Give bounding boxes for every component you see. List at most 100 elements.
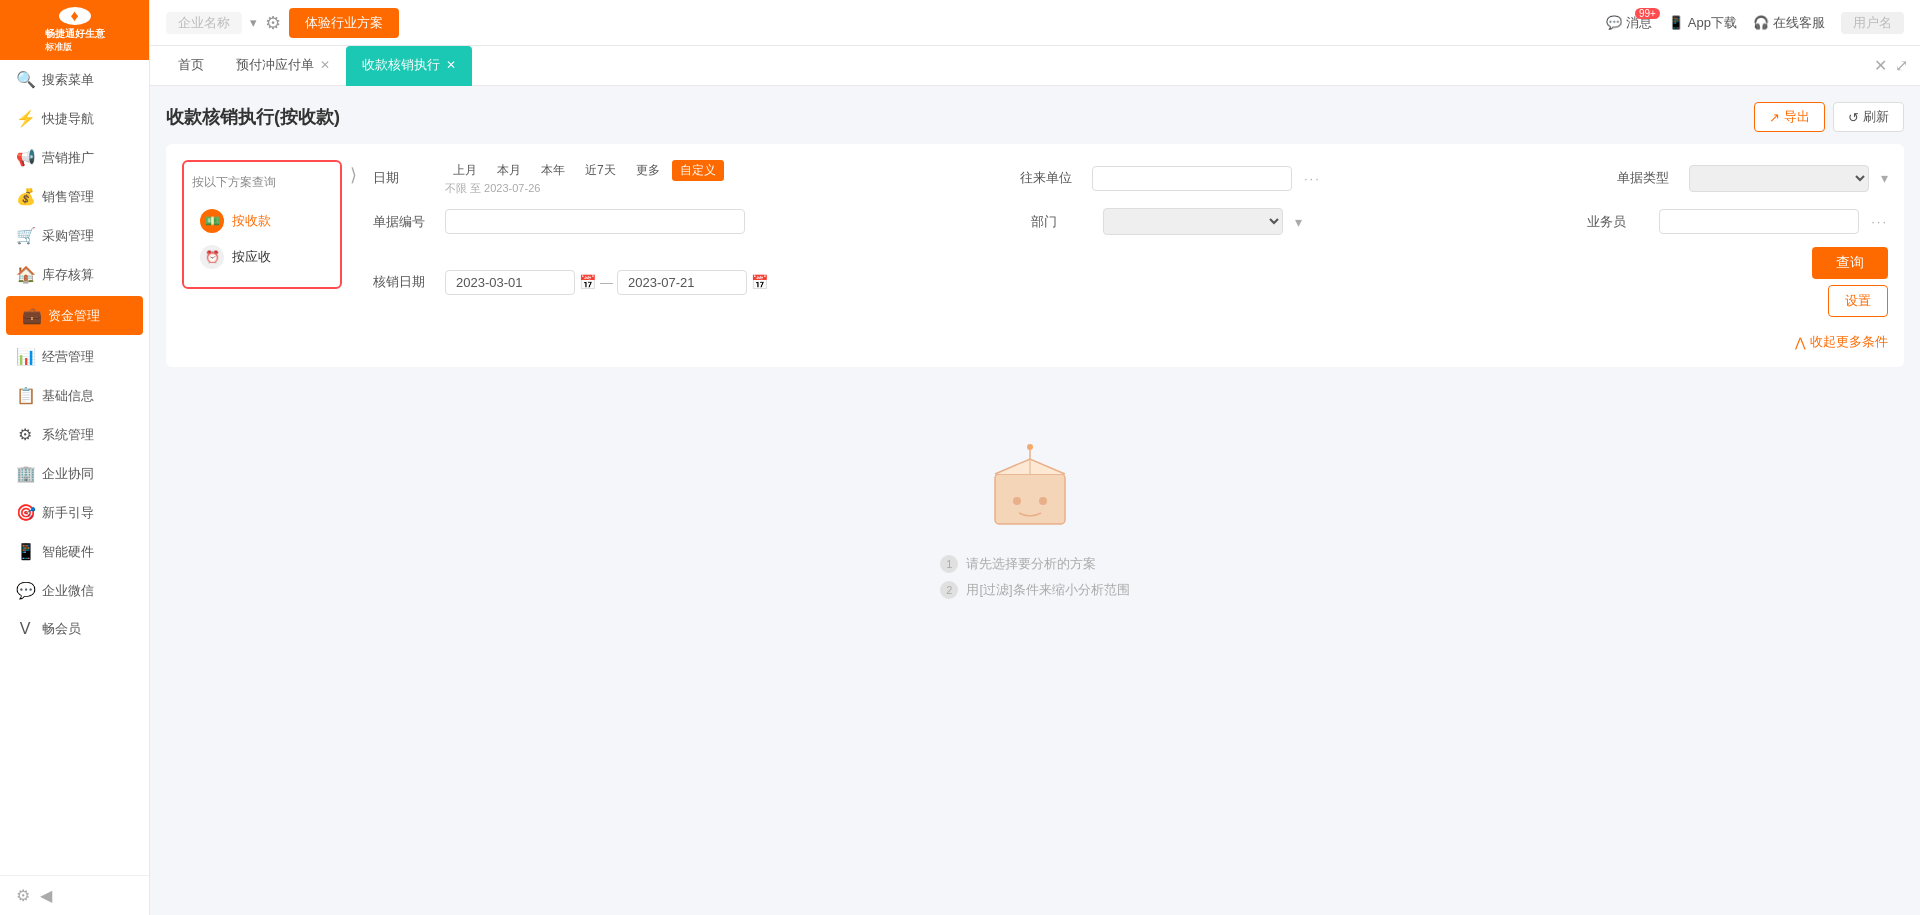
- doc-type-select[interactable]: [1689, 165, 1869, 192]
- filter-settings-button[interactable]: 设置: [1828, 285, 1888, 317]
- filter-panel: 按以下方案查询 💵 按收款 ⏰ 按应收 ⟩ 日期: [166, 144, 1904, 367]
- filter-option-by-receipt[interactable]: 💵 按收款: [192, 203, 332, 239]
- sidebar-item-enterprise-collab[interactable]: 🏢 企业协同: [0, 454, 149, 493]
- enterprise-wechat-label: 企业微信: [42, 582, 94, 600]
- company-dropdown-icon[interactable]: ▾: [250, 15, 257, 30]
- salesperson-input[interactable]: [1659, 209, 1859, 234]
- offset-date-end[interactable]: [617, 270, 747, 295]
- sys-mgmt-icon: ⚙: [16, 425, 34, 444]
- date-custom-tag[interactable]: 自定义: [672, 160, 724, 181]
- sidebar-nav: 🔍搜索菜单⚡快捷导航📢营销推广💰销售管理🛒采购管理🏠库存核算💼资金管理 📊 经营管理…: [0, 60, 149, 875]
- sys-mgmt-label: 系统管理: [42, 426, 94, 444]
- app-download-item[interactable]: 📱 App下载: [1668, 14, 1737, 32]
- dept-label: 部门: [1031, 213, 1091, 231]
- date-quick-tabs: 上月 本月 本年 近7天 更多 自定义 不限 至 2023-07-26: [445, 160, 724, 196]
- counterparty-input[interactable]: [1092, 166, 1292, 191]
- offset-date-end-icon[interactable]: 📅: [751, 274, 768, 290]
- counterparty-dots[interactable]: ···: [1304, 171, 1321, 186]
- enterprise-collab-label: 企业协同: [42, 465, 94, 483]
- online-service-item[interactable]: 🎧 在线客服: [1753, 14, 1825, 32]
- header-right: 💬 消息 99+ 📱 App下载 🎧 在线客服 用户名: [1606, 12, 1904, 34]
- sidebar-settings-icon[interactable]: ⚙: [16, 886, 30, 905]
- tab-prepay-offset[interactable]: 预付冲应付单✕: [220, 46, 346, 86]
- tab-close-icon[interactable]: ✕: [1874, 56, 1887, 75]
- offset-date-start-icon[interactable]: 📅: [579, 274, 596, 290]
- tab-close-prepay-offset[interactable]: ✕: [320, 58, 330, 72]
- query-button[interactable]: 查询: [1812, 247, 1888, 279]
- date-tab-this-month[interactable]: 本月: [489, 160, 529, 181]
- filter-rows: 日期 上月 本月 本年 近7天 更多 自定义 不限 至 2023-07-26: [373, 160, 1888, 351]
- filter-collapse-btn[interactable]: ⟩: [350, 160, 357, 190]
- vip-icon: V: [16, 620, 34, 638]
- sidebar-item-sales-mgmt[interactable]: 💰销售管理: [0, 177, 149, 216]
- sidebar-item-marketing[interactable]: 📢营销推广: [0, 138, 149, 177]
- header-settings-icon[interactable]: ⚙: [265, 12, 281, 34]
- sidebar-item-search-menu[interactable]: 🔍搜索菜单: [0, 60, 149, 99]
- search-menu-icon: 🔍: [16, 70, 34, 89]
- filter-option-by-receivable[interactable]: ⏰ 按应收: [192, 239, 332, 275]
- tab-expand-icon[interactable]: ⤢: [1895, 56, 1908, 75]
- dept-select[interactable]: [1103, 208, 1283, 235]
- enterprise-collab-icon: 🏢: [16, 464, 34, 483]
- app-logo: ♦ 畅捷通好生意 标准版: [0, 0, 149, 60]
- salesperson-dots[interactable]: ···: [1871, 214, 1888, 229]
- collapse-more[interactable]: ⋀ 收起更多条件: [373, 333, 1888, 351]
- date-tab-7days[interactable]: 近7天: [577, 160, 624, 181]
- logo-icon: ♦: [59, 7, 91, 25]
- sidebar-collapse-icon[interactable]: ◀: [40, 886, 52, 905]
- filter-row-3: 核销日期 📅 — 📅 查询 设置: [373, 247, 1888, 317]
- sidebar-item-basic-info[interactable]: 📋基础信息: [0, 376, 149, 415]
- sidebar-item-sys-mgmt[interactable]: ⚙ 系统管理: [0, 415, 149, 454]
- sidebar-item-smart-hardware[interactable]: 📱智能硬件: [0, 532, 149, 571]
- sidebar-item-newbie-guide[interactable]: 🎯 新手引导: [0, 493, 149, 532]
- page-actions: ↗ 导出 ↺ 刷新: [1754, 102, 1904, 132]
- date-tab-this-year[interactable]: 本年: [533, 160, 573, 181]
- tab-bar: 首页预付冲应付单✕ 收款核销执行 ✕ ✕ ⤢: [150, 46, 1920, 86]
- empty-illustration: [975, 439, 1095, 539]
- doc-no-label: 单据编号: [373, 213, 433, 231]
- sidebar-item-vip[interactable]: V畅会员: [0, 610, 149, 648]
- marketing-icon: 📢: [16, 148, 34, 167]
- tab-receivable-offset[interactable]: 收款核销执行 ✕: [346, 46, 472, 86]
- newbie-guide-icon: 🎯: [16, 503, 34, 522]
- date-tab-more[interactable]: 更多: [628, 160, 668, 181]
- user-avatar[interactable]: 用户名: [1841, 12, 1904, 34]
- dept-dropdown-icon[interactable]: ▾: [1295, 214, 1302, 230]
- tip-2-text: 用[过滤]条件来缩小分析范围: [966, 581, 1129, 599]
- quick-nav-icon: ⚡: [16, 109, 34, 128]
- empty-tip-2: 2 用[过滤]条件来缩小分析范围: [940, 581, 1129, 599]
- filter-row-2: 单据编号 部门 ▾ 业务员 ···: [373, 208, 1888, 235]
- filter-section-title: 按以下方案查询: [192, 174, 332, 191]
- svg-point-4: [1027, 444, 1033, 450]
- ops-mgmt-label: 经营管理: [42, 348, 94, 366]
- sidebar-item-purchase-mgmt[interactable]: 🛒采购管理: [0, 216, 149, 255]
- doc-type-label: 单据类型: [1617, 169, 1677, 187]
- company-name: 企业名称: [166, 12, 242, 34]
- smart-hardware-label: 智能硬件: [42, 543, 94, 561]
- tab-label-receivable-offset: 收款核销执行: [362, 56, 440, 74]
- tab-close-receivable-offset[interactable]: ✕: [446, 58, 456, 72]
- sidebar-item-inventory[interactable]: 🏠库存核算: [0, 255, 149, 294]
- filter-row-1: 日期 上月 本月 本年 近7天 更多 自定义 不限 至 2023-07-26: [373, 160, 1888, 196]
- refresh-button[interactable]: ↺ 刷新: [1833, 102, 1904, 132]
- offset-date-start[interactable]: [445, 270, 575, 295]
- filter-fields: 日期 上月 本月 本年 近7天 更多 自定义 不限 至 2023-07-26: [373, 160, 1888, 351]
- messages-item[interactable]: 💬 消息 99+: [1606, 14, 1652, 32]
- sidebar-item-quick-nav[interactable]: ⚡快捷导航: [0, 99, 149, 138]
- sidebar-item-ops-mgmt[interactable]: 📊 经营管理: [0, 337, 149, 376]
- export-button[interactable]: ↗ 导出: [1754, 102, 1825, 132]
- app-name: 畅捷通好生意 标准版: [45, 27, 105, 54]
- sidebar-item-enterprise-wechat[interactable]: 💬企业微信: [0, 571, 149, 610]
- ops-mgmt-icon: 📊: [16, 347, 34, 366]
- date-dash: —: [600, 275, 613, 290]
- tab-home[interactable]: 首页: [162, 46, 220, 86]
- date-tab-last-month[interactable]: 上月: [445, 160, 485, 181]
- offset-date-range: 📅 — 📅: [445, 270, 768, 295]
- newbie-guide-label: 新手引导: [42, 504, 94, 522]
- date-sub-text: 不限 至 2023-07-26: [445, 181, 724, 196]
- sidebar: ♦ 畅捷通好生意 标准版 🔍搜索菜单⚡快捷导航📢营销推广💰销售管理🛒采购管理🏠库…: [0, 0, 150, 915]
- doc-no-input[interactable]: [445, 209, 745, 234]
- sidebar-item-fund-mgmt[interactable]: 💼资金管理: [6, 296, 143, 335]
- trial-button[interactable]: 体验行业方案: [289, 8, 399, 38]
- doc-type-dropdown-icon[interactable]: ▾: [1881, 170, 1888, 186]
